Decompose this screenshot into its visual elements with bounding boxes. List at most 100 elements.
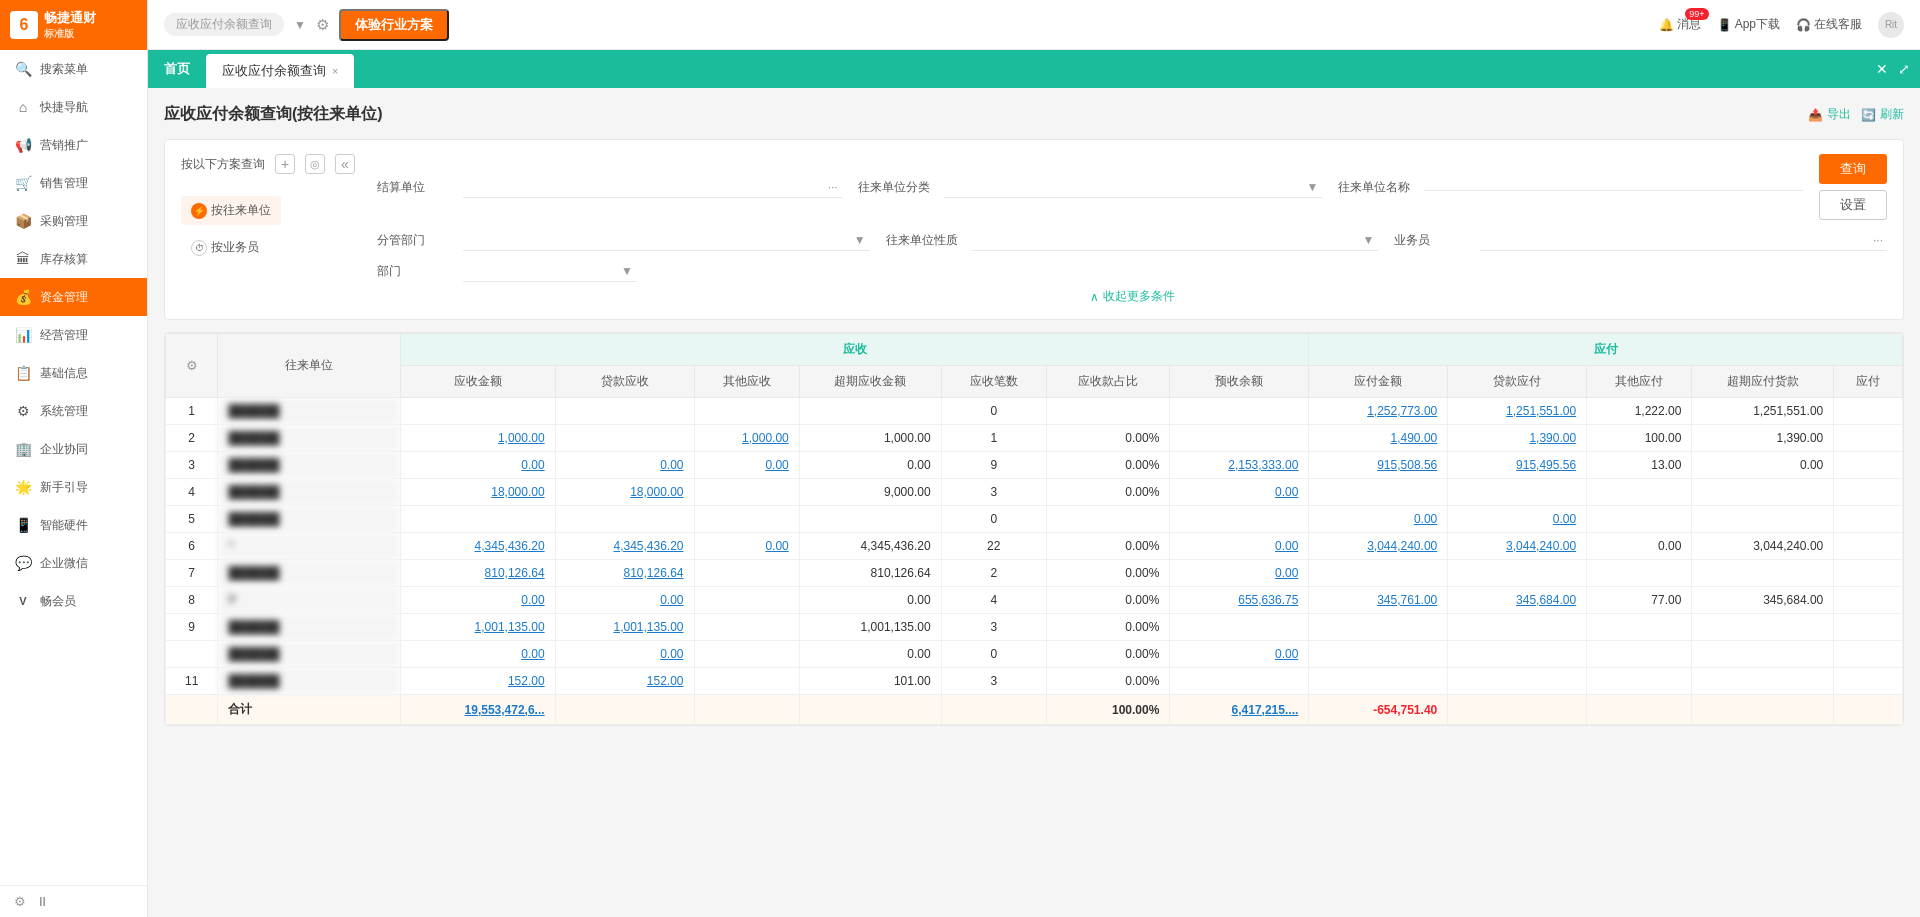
th-settings[interactable]: ⚙ [166,334,218,398]
sidebar-item-vip[interactable]: V 畅会员 [0,582,147,620]
filter-config-button[interactable]: ◎ [305,154,325,174]
footer-ar-advance-val[interactable]: 6,417,215.... [1232,703,1299,717]
table-cell[interactable]: 0.00 [694,533,799,560]
table-cell[interactable]: 1,252,773.00 [1309,398,1448,425]
table-cell[interactable]: 0.00 [401,587,555,614]
app-download-btn[interactable]: 📱 App下载 [1717,16,1780,33]
table-cell[interactable]: 0.00 [1170,560,1309,587]
sidebar-item-sales[interactable]: 🛒 销售管理 [0,164,147,202]
submenu-by-salesman[interactable]: ⏱ 按业务员 [181,233,269,262]
table-cell[interactable]: 1,490.00 [1309,425,1448,452]
sidebar-item-search[interactable]: 🔍 搜索菜单 [0,50,147,88]
table-cell[interactable]: 152.00 [401,668,555,695]
table-cell[interactable]: 345,761.00 [1309,587,1448,614]
dept-label: 分管部门 [377,232,457,249]
table-cell[interactable]: 0.00 [1170,479,1309,506]
table-cell[interactable]: 0.00 [555,452,694,479]
online-service-btn[interactable]: 🎧 在线客服 [1796,16,1862,33]
user-avatar[interactable]: Rit [1878,12,1904,38]
table-cell [694,560,799,587]
table-cell[interactable]: 2,153,333.00 [1170,452,1309,479]
sidebar-item-operations[interactable]: 📊 经营管理 [0,316,147,354]
settlement-unit-input[interactable]: ··· [463,177,842,198]
sidebar-item-inventory[interactable]: 🏛 库存核算 [0,240,147,278]
table-cell[interactable]: 3,044,240.00 [1309,533,1448,560]
unit-nature-input[interactable]: ▼ [972,230,1379,251]
notifications-btn[interactable]: 🔔 消息 99+ [1659,16,1701,33]
settings-footer-icon[interactable]: ⚙ [14,894,26,909]
filter-collapse-btn[interactable]: « [335,154,355,174]
table-cell[interactable]: 0.00 [555,587,694,614]
table-cell: 0.00% [1046,452,1170,479]
sidebar-item-basicinfo[interactable]: 📋 基础信息 [0,354,147,392]
table-cell[interactable]: 655,636.75 [1170,587,1309,614]
submenu-by-partner[interactable]: ⚡ 按往来单位 [181,196,281,225]
footer-ar-count [941,695,1046,725]
tab-active[interactable]: 应收应付余额查询 × [206,54,354,88]
table-cell[interactable]: 4,345,436.20 [555,533,694,560]
tab-expand-icon[interactable]: ⤢ [1898,61,1910,77]
table-cell[interactable]: 810,126.64 [555,560,694,587]
sidebar-item-purchase[interactable]: 📦 采购管理 [0,202,147,240]
table-row: 7██████810,126.64810,126.64810,126.6420.… [166,560,1903,587]
table-cell[interactable]: 1,390.00 [1448,425,1587,452]
table-cell[interactable]: 0.00 [401,641,555,668]
table-cell[interactable]: 4,345,436.20 [401,533,555,560]
table-cell[interactable]: 1,001,135.00 [401,614,555,641]
settings-button[interactable]: 设置 [1819,190,1887,220]
unit-category-input[interactable]: ▼ [944,177,1323,198]
table-cell [1834,425,1903,452]
table-cell[interactable]: 915,495.56 [1448,452,1587,479]
table-cell[interactable]: 810,126.64 [401,560,555,587]
table-cell[interactable]: 0.00 [694,452,799,479]
sidebar-item-wechat[interactable]: 💬 企业微信 [0,544,147,582]
topbar-dropdown-icon[interactable]: ▼ [294,18,306,32]
collapse-sidebar-icon[interactable]: ⏸ [36,894,49,909]
footer-ar-amount-val[interactable]: 19,553,472,6... [465,703,545,717]
table-row: 1██████01,252,773.001,251,551.001,222.00… [166,398,1903,425]
table-cell[interactable]: 0.00 [1170,533,1309,560]
promo-button[interactable]: 体验行业方案 [339,9,449,41]
filter-field-salesman: 业务员 ··· [1394,230,1887,251]
table-cell[interactable]: 0.00 [1170,641,1309,668]
table-cell[interactable]: 1,251,551.00 [1448,398,1587,425]
sidebar-item-enterprise[interactable]: 🏢 企业协同 [0,430,147,468]
table-cell[interactable]: 915,508.56 [1309,452,1448,479]
query-button[interactable]: 查询 [1819,154,1887,184]
export-button[interactable]: 📤 导出 [1808,106,1851,123]
unit-name-input[interactable] [1424,184,1803,191]
sidebar-item-marketing[interactable]: 📢 营销推广 [0,126,147,164]
sidebar-item-system[interactable]: ⚙ 系统管理 [0,392,147,430]
table-cell [1834,506,1903,533]
table-cell[interactable]: 345,684.00 [1448,587,1587,614]
topbar-gear-icon[interactable]: ⚙ [316,16,329,34]
tab-home[interactable]: 首页 [148,50,206,88]
partner-cell: ██████ [218,479,401,506]
table-cell[interactable]: 0.00 [1448,506,1587,533]
tab-close-icon[interactable]: × [332,65,338,77]
table-cell[interactable]: 0.00 [555,641,694,668]
sidebar-item-guide[interactable]: 🌟 新手引导 [0,468,147,506]
filter-collapse-more[interactable]: ∧ 收起更多条件 [377,282,1887,305]
table-settings-icon[interactable]: ⚙ [186,358,198,373]
sidebar-item-label: 快捷导航 [40,99,88,116]
partner-cell: ██████ [218,668,401,695]
dept-input[interactable]: ▼ [463,230,870,251]
table-cell[interactable]: 1,001,135.00 [555,614,694,641]
sidebar-item-smarthw[interactable]: 📱 智能硬件 [0,506,147,544]
salesman-input[interactable]: ··· [1480,230,1887,251]
table-cell[interactable]: 152.00 [555,668,694,695]
filter-add-button[interactable]: + [275,154,295,174]
sidebar-item-quicknav[interactable]: ⌂ 快捷导航 [0,88,147,126]
table-cell[interactable]: 3,044,240.00 [1448,533,1587,560]
table-cell[interactable]: 0.00 [401,452,555,479]
sidebar-item-capital[interactable]: 💰 资金管理 [0,278,147,316]
table-cell[interactable]: 1,000.00 [694,425,799,452]
dept2-input[interactable]: ▼ [463,261,637,282]
refresh-button[interactable]: 🔄 刷新 [1861,106,1904,123]
tab-min-icon[interactable]: ✕ [1876,61,1888,77]
table-cell[interactable]: 18,000.00 [401,479,555,506]
table-cell[interactable]: 1,000.00 [401,425,555,452]
table-cell[interactable]: 0.00 [1309,506,1448,533]
table-cell[interactable]: 18,000.00 [555,479,694,506]
